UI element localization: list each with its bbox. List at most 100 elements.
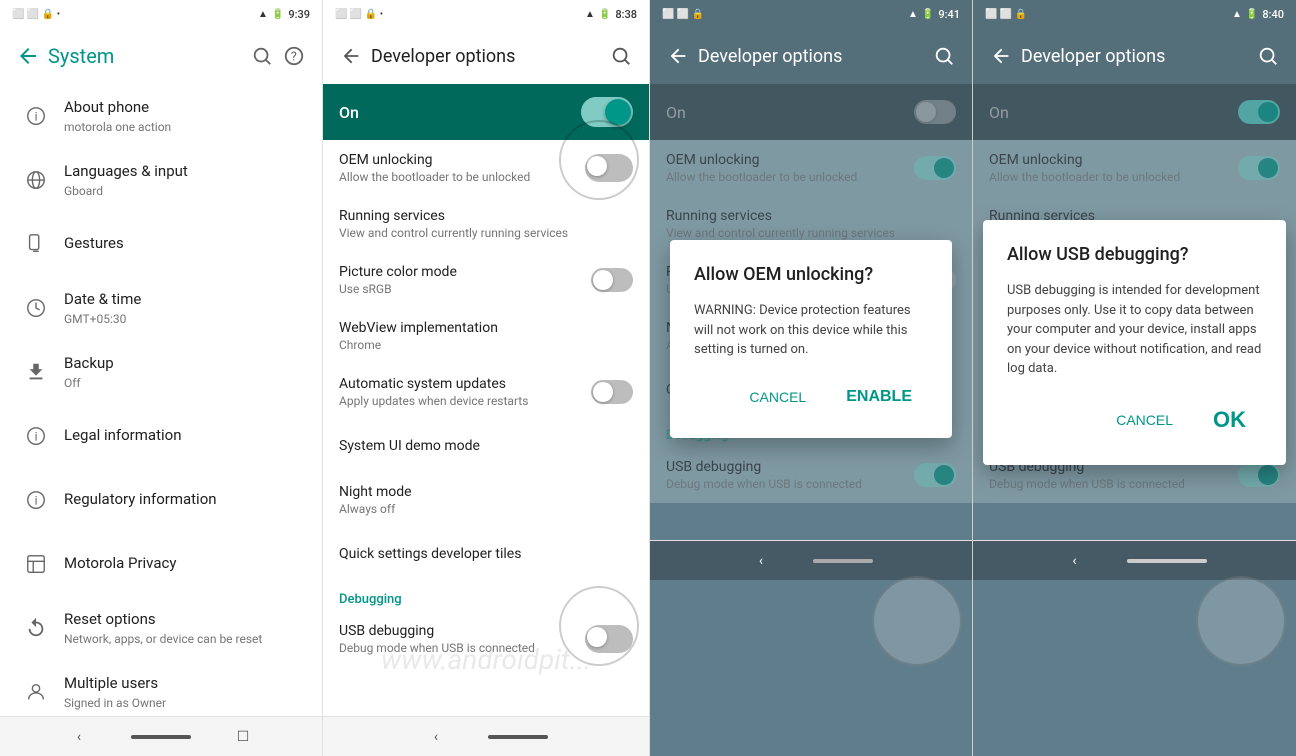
dev-item-oem[interactable]: OEM unlocking Allow the bootloader to be…: [323, 140, 649, 196]
night-mode-subtitle-2: Always off: [339, 502, 633, 516]
oem-enable-button[interactable]: Enable: [830, 380, 928, 414]
dev-on-header-2: On: [323, 84, 649, 140]
dev-item-running[interactable]: Running services View and control curren…: [323, 196, 649, 252]
settings-item-reset[interactable]: Reset options Network, apps, or device c…: [0, 596, 322, 660]
help-icon-1[interactable]: ?: [282, 44, 306, 68]
back-icon-1[interactable]: [16, 44, 40, 68]
search-icon-4[interactable]: [1256, 44, 1280, 68]
usb-debug-toggle-2[interactable]: [585, 625, 633, 653]
privacy-title: Motorola Privacy: [64, 554, 306, 574]
about-subtitle: motorola one action: [64, 120, 306, 134]
back-nav-4[interactable]: ‹: [1063, 549, 1087, 573]
settings-item-datetime[interactable]: Date & time GMT+05:30: [0, 276, 322, 340]
dev-item-usb-debugging[interactable]: USB debugging Debug mode when USB is con…: [323, 611, 649, 667]
auto-updates-toggle-2[interactable]: [591, 380, 633, 404]
search-icon-2[interactable]: [609, 44, 633, 68]
legal-icon: i: [16, 416, 56, 456]
privacy-icon: [16, 544, 56, 584]
quick-settings-title-2: Quick settings developer tiles: [339, 546, 633, 562]
usb-ok-button[interactable]: OK: [1197, 399, 1262, 441]
back-icon-3[interactable]: [666, 44, 690, 68]
webview-title-2: WebView implementation: [339, 320, 633, 336]
dev-item-picture-color[interactable]: Picture color mode Use sRGB: [323, 252, 649, 308]
back-nav-3[interactable]: ‹: [749, 549, 773, 573]
settings-item-privacy[interactable]: Motorola Privacy: [0, 532, 322, 596]
panel-developer-options: ⬜ ⬜ 🔒 • ▲ 🔋 8:38 Developer options On OE…: [323, 0, 650, 756]
dev-on-toggle-4[interactable]: [1238, 100, 1280, 124]
toolbar-title-3: Developer options: [698, 46, 924, 67]
legal-title: Legal information: [64, 426, 306, 446]
oem-title-2: OEM unlocking: [339, 152, 585, 168]
time-2: 8:38: [615, 8, 637, 21]
oem-title-4: OEM unlocking: [989, 152, 1238, 168]
settings-item-backup[interactable]: Backup Off: [0, 340, 322, 404]
time-4: 8:40: [1262, 8, 1284, 21]
settings-item-regulatory[interactable]: i Regulatory information: [0, 468, 322, 532]
toolbar-2: Developer options: [323, 28, 649, 84]
night-mode-title-2: Night mode: [339, 484, 633, 500]
regulatory-icon: i: [16, 480, 56, 520]
settings-item-languages[interactable]: Languages & input Gboard: [0, 148, 322, 212]
datetime-title: Date & time: [64, 290, 306, 310]
recent-nav-1[interactable]: ☐: [231, 725, 255, 749]
home-nav-1[interactable]: [131, 735, 191, 739]
panel-oem-dialog: ⬜ ⬜ 🔒 ▲ 🔋 9:41 Developer options On OEM …: [650, 0, 973, 756]
backup-icon: [16, 352, 56, 392]
regulatory-title: Regulatory information: [64, 490, 306, 510]
languages-title: Languages & input: [64, 162, 306, 182]
usb-subtitle-3: Debug mode when USB is connected: [666, 477, 914, 491]
reset-subtitle: Network, apps, or device can be reset: [64, 632, 306, 646]
dev-item-night-mode[interactable]: Night mode Always off: [323, 472, 649, 528]
status-icons-left-3: ⬜ ⬜ 🔒: [662, 9, 704, 20]
running-subtitle-2: View and control currently running servi…: [339, 226, 633, 240]
back-icon-2[interactable]: [339, 44, 363, 68]
status-bar-2: ⬜ ⬜ 🔒 • ▲ 🔋 8:38: [323, 0, 649, 28]
dev-item-usb-3: USB debugging Debug mode when USB is con…: [650, 447, 972, 503]
dev-item-quick-settings[interactable]: Quick settings developer tiles: [323, 528, 649, 580]
running-title-2: Running services: [339, 208, 633, 224]
home-nav-2[interactable]: [488, 735, 548, 739]
dev-on-label-4: On: [989, 103, 1009, 122]
back-nav-2[interactable]: ‹: [424, 725, 448, 749]
status-icons-right-1: ▲ 🔋 9:39: [258, 8, 310, 21]
dev-item-system-ui-demo[interactable]: System UI demo mode: [323, 420, 649, 472]
wifi-icon-2: ▲: [585, 9, 595, 20]
picture-color-subtitle-2: Use sRGB: [339, 282, 591, 296]
back-icon-4[interactable]: [989, 44, 1013, 68]
reset-icon: [16, 608, 56, 648]
oem-subtitle-4: Allow the bootloader to be unlocked: [989, 170, 1238, 184]
system-ui-demo-title-2: System UI demo mode: [339, 438, 633, 454]
status-icons-right-2: ▲ 🔋 8:38: [585, 8, 637, 21]
dev-item-auto-updates[interactable]: Automatic system updates Apply updates w…: [323, 364, 649, 420]
oem-toggle-2[interactable]: [585, 154, 633, 182]
dev-item-webview[interactable]: WebView implementation Chrome: [323, 308, 649, 364]
usb-subtitle-4: Debug mode when USB is connected: [989, 477, 1238, 491]
picture-color-toggle-2[interactable]: [591, 268, 633, 292]
home-nav-3[interactable]: [813, 559, 873, 563]
ok-highlight-circle: [1196, 576, 1286, 666]
status-icons-right-3: ▲ 🔋 9:41: [908, 8, 960, 21]
auto-updates-title-2: Automatic system updates: [339, 376, 591, 392]
usb-toggle-4: [1238, 463, 1280, 487]
back-nav-1[interactable]: ‹: [67, 725, 91, 749]
oem-cancel-button[interactable]: Cancel: [733, 380, 822, 414]
time-1: 9:39: [288, 8, 310, 21]
notification-icons-1: ⬜ ⬜ 🔒 •: [12, 9, 60, 20]
wifi-icon-3: ▲: [908, 9, 918, 20]
dev-on-toggle-2[interactable]: [581, 97, 633, 127]
settings-item-gestures[interactable]: Gestures: [0, 212, 322, 276]
settings-item-users[interactable]: Multiple users Signed in as Owner: [0, 660, 322, 716]
search-icon-3[interactable]: [932, 44, 956, 68]
users-icon: [16, 672, 56, 712]
home-nav-4[interactable]: [1127, 559, 1207, 563]
search-icon-1[interactable]: [250, 44, 274, 68]
usb-dialog-actions: Cancel OK: [1007, 399, 1262, 441]
auto-updates-subtitle-2: Apply updates when device restarts: [339, 394, 591, 408]
dev-on-toggle-3[interactable]: [914, 100, 956, 124]
dev-on-label-2: On: [339, 103, 359, 122]
usb-cancel-button[interactable]: Cancel: [1100, 399, 1189, 441]
svg-text:i: i: [35, 494, 38, 508]
gestures-title: Gestures: [64, 234, 306, 254]
settings-item-legal[interactable]: i Legal information: [0, 404, 322, 468]
settings-item-about[interactable]: i About phone motorola one action: [0, 84, 322, 148]
